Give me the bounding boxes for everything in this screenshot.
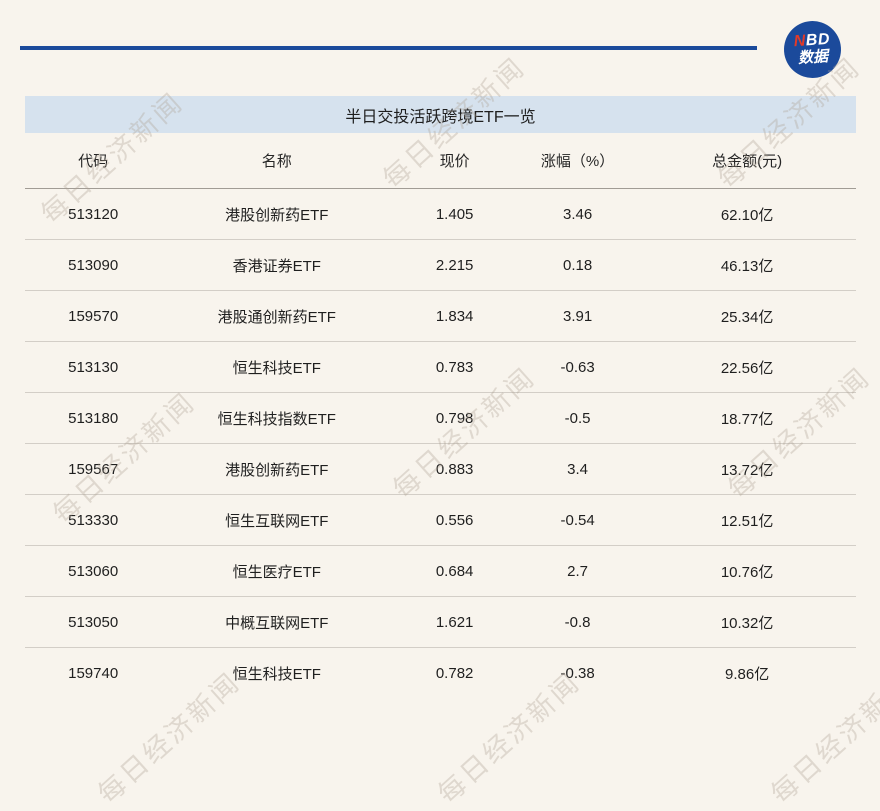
cell-price: 0.798 [392,410,517,427]
cell-name: 港股通创新药ETF [161,306,392,327]
cell-price: 0.556 [392,512,517,529]
cell-name: 恒生医疗ETF [161,561,392,582]
cell-change: 0.18 [517,257,638,274]
table-row: 513120 港股创新药ETF 1.405 3.46 62.10亿 [25,189,856,240]
cell-price: 0.783 [392,359,517,376]
cell-price: 0.782 [392,665,517,682]
cell-code: 513180 [25,410,161,427]
cell-change: 2.7 [517,563,638,580]
cell-code: 513060 [25,563,161,580]
table-row: 513130 恒生科技ETF 0.783 -0.63 22.56亿 [25,342,856,393]
cell-change: -0.5 [517,410,638,427]
etf-table: 代码 名称 现价 涨幅（%） 总金额(元) 513120 港股创新药ETF 1.… [25,133,856,698]
table-title-bar: 半日交投活跃跨境ETF一览 [25,96,856,133]
cell-name: 港股创新药ETF [161,459,392,480]
table-row: 159740 恒生科技ETF 0.782 -0.38 9.86亿 [25,648,856,698]
cell-change: 3.46 [517,206,638,223]
cell-code: 513090 [25,257,161,274]
table-row: 159570 港股通创新药ETF 1.834 3.91 25.34亿 [25,291,856,342]
table-header-row: 代码 名称 现价 涨幅（%） 总金额(元) [25,133,856,189]
cell-price: 0.684 [392,563,517,580]
cell-amount: 62.10亿 [638,204,856,225]
column-header-price: 现价 [392,150,517,171]
cell-change: 3.91 [517,308,638,325]
table-row: 159567 港股创新药ETF 0.883 3.4 13.72亿 [25,444,856,495]
cell-price: 1.405 [392,206,517,223]
cell-amount: 13.72亿 [638,459,856,480]
cell-name: 香港证券ETF [161,255,392,276]
cell-name: 恒生科技ETF [161,357,392,378]
column-header-code: 代码 [25,150,161,171]
cell-price: 0.883 [392,461,517,478]
cell-code: 159567 [25,461,161,478]
table-row: 513090 香港证券ETF 2.215 0.18 46.13亿 [25,240,856,291]
cell-name: 恒生互联网ETF [161,510,392,531]
cell-price: 1.834 [392,308,517,325]
cell-amount: 25.34亿 [638,306,856,327]
table-title: 半日交投活跃跨境ETF一览 [345,103,535,127]
cell-amount: 12.51亿 [638,510,856,531]
cell-change: 3.4 [517,461,638,478]
table-row: 513330 恒生互联网ETF 0.556 -0.54 12.51亿 [25,495,856,546]
cell-code: 159570 [25,308,161,325]
cell-code: 159740 [25,665,161,682]
table-row: 513180 恒生科技指数ETF 0.798 -0.5 18.77亿 [25,393,856,444]
nbd-logo-subtext: 数据 [798,49,829,67]
cell-change: -0.54 [517,512,638,529]
cell-amount: 46.13亿 [638,255,856,276]
cell-price: 2.215 [392,257,517,274]
cell-amount: 22.56亿 [638,357,856,378]
cell-change: -0.38 [517,665,638,682]
cell-amount: 18.77亿 [638,408,856,429]
column-header-name: 名称 [161,150,392,171]
column-header-change: 涨幅（%） [517,150,638,171]
cell-name: 港股创新药ETF [161,204,392,225]
cell-change: -0.63 [517,359,638,376]
cell-code: 513330 [25,512,161,529]
cell-amount: 9.86亿 [638,663,856,684]
header-rule [20,46,757,50]
table-row: 513060 恒生医疗ETF 0.684 2.7 10.76亿 [25,546,856,597]
nbd-logo: NBD 数据 [782,19,843,80]
cell-name: 恒生科技指数ETF [161,408,392,429]
cell-name: 恒生科技ETF [161,663,392,684]
column-header-amount: 总金额(元) [638,150,856,171]
table-row: 513050 中概互联网ETF 1.621 -0.8 10.32亿 [25,597,856,648]
nbd-logo-bd: BD [805,31,830,50]
cell-code: 513130 [25,359,161,376]
page: NBD 数据 半日交投活跃跨境ETF一览 代码 名称 现价 涨幅（%） 总金额(… [0,0,880,739]
cell-change: -0.8 [517,614,638,631]
cell-name: 中概互联网ETF [161,612,392,633]
cell-amount: 10.76亿 [638,561,856,582]
cell-amount: 10.32亿 [638,612,856,633]
cell-code: 513050 [25,614,161,631]
cell-price: 1.621 [392,614,517,631]
cell-code: 513120 [25,206,161,223]
